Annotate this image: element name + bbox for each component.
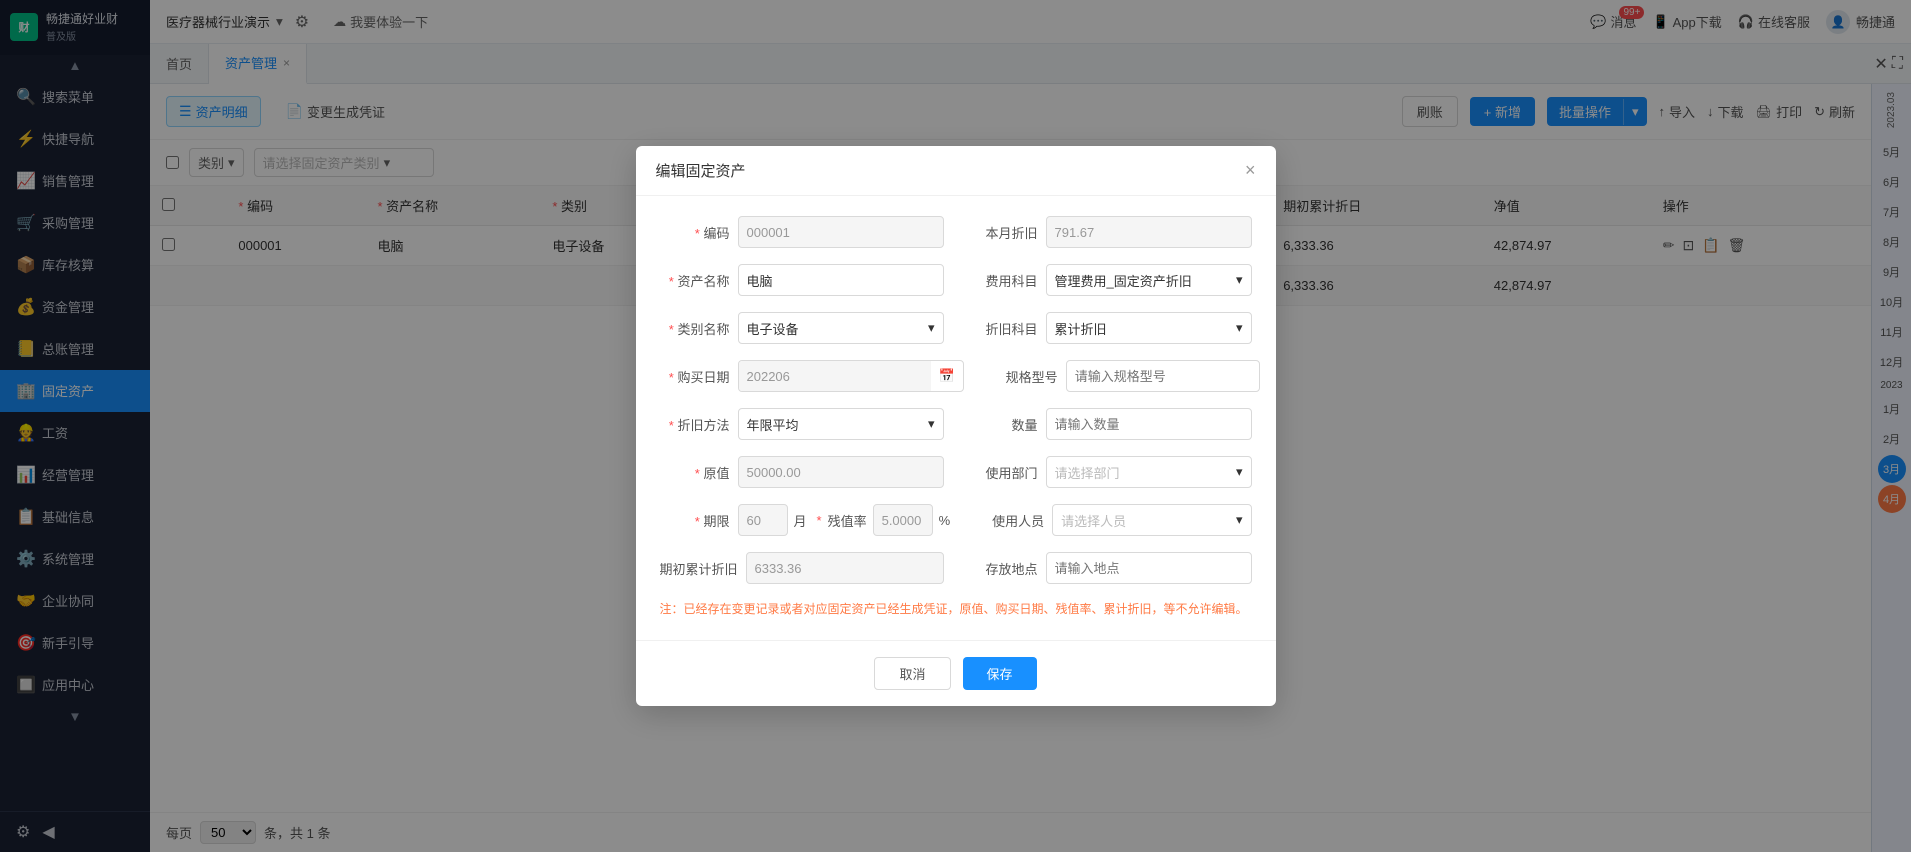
- form-col-dep-subject: 折旧科目 累计折旧 ▾: [968, 312, 1252, 344]
- form-col-monthly-dep: 本月折旧: [968, 216, 1252, 248]
- cancel-btn[interactable]: 取消: [874, 657, 950, 690]
- edit-fixed-asset-modal: 编辑固定资产 × * 编码 本月折旧: [636, 146, 1276, 705]
- code-input[interactable]: [738, 216, 944, 248]
- modal-overlay: 编辑固定资产 × * 编码 本月折旧: [0, 0, 1911, 852]
- method-select[interactable]: 年限平均 ▾: [738, 408, 944, 440]
- field-initial-accumulated: 期初累计折旧: [660, 552, 944, 584]
- spec-input[interactable]: [1066, 360, 1260, 392]
- field-purchase-date: * 购买日期 📅: [660, 360, 964, 392]
- person-arrow: ▾: [1236, 512, 1243, 528]
- form-col-original-value: * 原值: [660, 456, 944, 488]
- form-col-location: 存放地点: [968, 552, 1252, 584]
- residual-rate-input: [873, 504, 933, 536]
- field-expense-subject: 费用科目 管理费用_固定资产折旧 ▾: [968, 264, 1252, 296]
- purchase-date-wrapper: 📅: [738, 360, 964, 392]
- field-asset-name: * 资产名称: [660, 264, 944, 296]
- original-value-input: [738, 456, 944, 488]
- form-col-asset-name: * 资产名称: [660, 264, 944, 296]
- quantity-input[interactable]: [1046, 408, 1252, 440]
- field-spec: 规格型号: [988, 360, 1260, 392]
- initial-accumulated-input: [746, 552, 944, 584]
- method-arrow: ▾: [928, 416, 935, 432]
- department-arrow: ▾: [1236, 464, 1243, 480]
- monthly-dep-input: [1046, 216, 1252, 248]
- form-row-3: * 类别名称 电子设备 ▾ 折旧科目 累计折旧 ▾: [660, 312, 1252, 344]
- field-period: * 期限 月 * 残值率 %: [660, 504, 951, 536]
- dep-subject-select[interactable]: 累计折旧 ▾: [1046, 312, 1252, 344]
- period-input: [738, 504, 788, 536]
- modal-footer: 取消 保存: [636, 640, 1276, 706]
- modal-body: * 编码 本月折旧: [636, 196, 1276, 639]
- form-row-7: * 期限 月 * 残值率 %: [660, 504, 1252, 536]
- field-original-value: * 原值: [660, 456, 944, 488]
- form-col-spec: 规格型号: [988, 360, 1260, 392]
- form-col-person: 使用人员 请选择人员 ▾: [974, 504, 1251, 536]
- form-col-expense-subject: 费用科目 管理费用_固定资产折旧 ▾: [968, 264, 1252, 296]
- form-col-purchase-date: * 购买日期 📅: [660, 360, 964, 392]
- expense-subject-arrow: ▾: [1236, 272, 1243, 288]
- modal-close-btn[interactable]: ×: [1245, 160, 1256, 181]
- purchase-date-input[interactable]: [739, 361, 931, 391]
- modal-note: 注：已经存在变更记录或者对应固定资产已经生成凭证，原值、购买日期、残值率、累计折…: [660, 600, 1252, 619]
- calendar-icon[interactable]: 📅: [931, 368, 963, 384]
- form-row-2: * 资产名称 费用科目 管理费用_固定资产折旧 ▾: [660, 264, 1252, 296]
- field-quantity: 数量: [968, 408, 1252, 440]
- field-method: * 折旧方法 年限平均 ▾: [660, 408, 944, 440]
- dep-subject-arrow: ▾: [1236, 320, 1243, 336]
- form-row-5: * 折旧方法 年限平均 ▾ 数量: [660, 408, 1252, 440]
- asset-name-input[interactable]: [738, 264, 944, 296]
- field-monthly-dep: 本月折旧: [968, 216, 1252, 248]
- form-row-1: * 编码 本月折旧: [660, 216, 1252, 248]
- modal-header: 编辑固定资产 ×: [636, 146, 1276, 196]
- person-select[interactable]: 请选择人员 ▾: [1052, 504, 1251, 536]
- field-location: 存放地点: [968, 552, 1252, 584]
- form-col-code: * 编码: [660, 216, 944, 248]
- category-arrow: ▾: [928, 320, 935, 336]
- modal-title: 编辑固定资产: [656, 160, 746, 181]
- save-btn[interactable]: 保存: [963, 657, 1037, 690]
- required-star: *: [695, 226, 700, 241]
- form-col-category: * 类别名称 电子设备 ▾: [660, 312, 944, 344]
- form-row-4: * 购买日期 📅 规格型号: [660, 360, 1252, 392]
- form-col-method: * 折旧方法 年限平均 ▾: [660, 408, 944, 440]
- category-select[interactable]: 电子设备 ▾: [738, 312, 944, 344]
- location-input[interactable]: [1046, 552, 1252, 584]
- form-col-quantity: 数量: [968, 408, 1252, 440]
- form-col-initial-accumulated: 期初累计折旧: [660, 552, 944, 584]
- field-dep-subject: 折旧科目 累计折旧 ▾: [968, 312, 1252, 344]
- form-col-department: 使用部门 请选择部门 ▾: [968, 456, 1252, 488]
- form-row-8: 期初累计折旧 存放地点: [660, 552, 1252, 584]
- field-department: 使用部门 请选择部门 ▾: [968, 456, 1252, 488]
- department-select[interactable]: 请选择部门 ▾: [1046, 456, 1252, 488]
- field-category: * 类别名称 电子设备 ▾: [660, 312, 944, 344]
- form-col-period-residual: * 期限 月 * 残值率 %: [660, 504, 951, 536]
- expense-subject-select[interactable]: 管理费用_固定资产折旧 ▾: [1046, 264, 1252, 296]
- field-person: 使用人员 请选择人员 ▾: [974, 504, 1251, 536]
- field-code: * 编码: [660, 216, 944, 248]
- form-row-6: * 原值 使用部门 请选择部门 ▾: [660, 456, 1252, 488]
